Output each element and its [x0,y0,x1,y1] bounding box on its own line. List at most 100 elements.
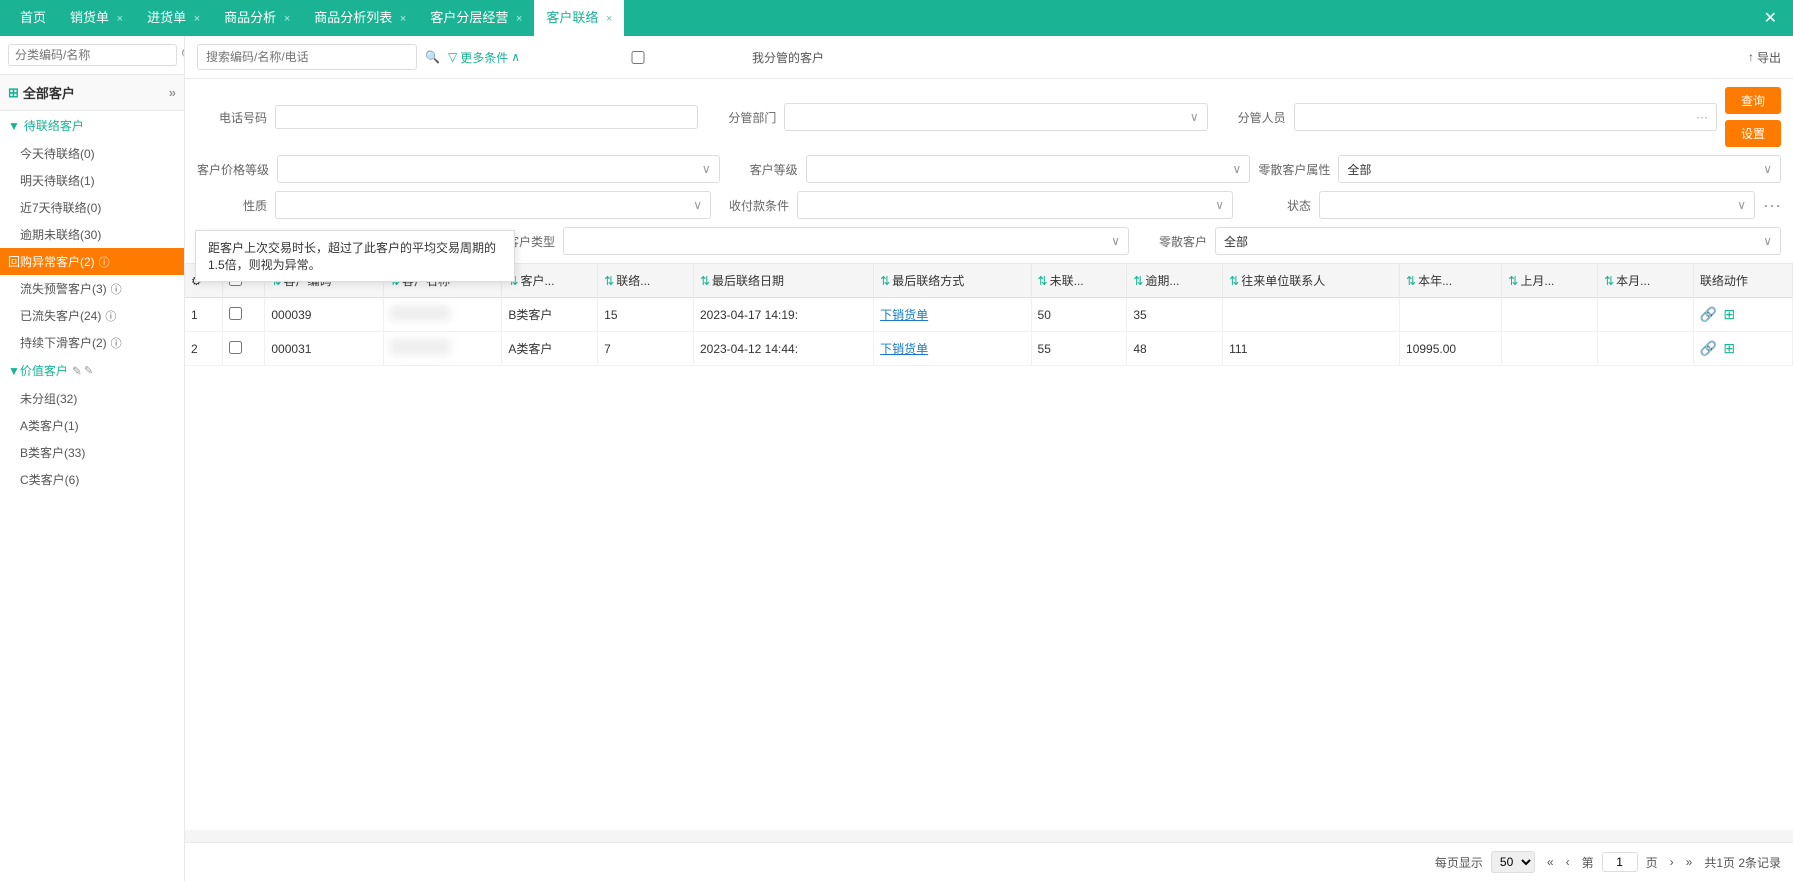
sidebar-item-overdue[interactable]: 逾期未联络(30) [0,221,184,248]
first-page-button[interactable]: « [1543,853,1558,871]
query-button[interactable]: 查询 [1725,87,1781,114]
contacts-col-header[interactable]: ⇅往来单位联系人 [1223,264,1400,298]
sidebar-item-tomorrow[interactable]: 明天待联络(1) [0,167,184,194]
nav-customer-segment[interactable]: 客户分层经营 × [418,0,534,36]
overdue-col-header[interactable]: ⇅逾期... [1127,264,1223,298]
sidebar-item-ungrouped[interactable]: 未分组(32) [0,385,184,412]
close-customer-contact-icon[interactable]: × [606,13,612,25]
row2-checkbox-cell[interactable] [223,332,265,366]
row1-contact-icon[interactable]: 🔗 [1700,306,1717,323]
customer-type-chevron-down-icon: ∨ [1111,234,1120,248]
price-grade-chevron-down-icon: ∨ [702,162,711,176]
window-close-button[interactable]: ✕ [1756,8,1785,28]
row2-last-contact-method[interactable]: 下销货单 [874,332,1031,366]
nav-sales-order[interactable]: 销货单 × [58,0,135,36]
row2-more-icon[interactable]: ⊞ [1723,340,1735,357]
page-suffix-label: 页 [1642,852,1662,873]
retail-customers-select[interactable]: 全部 ∨ [1215,227,1781,255]
prev-page-button[interactable]: ‹ [1562,853,1574,871]
nav-product-analysis-list[interactable]: 商品分析列表 × [302,0,418,36]
phone-input[interactable] [275,105,698,129]
nav-customer-contact[interactable]: 客户联络 × [534,0,624,36]
category-search-input[interactable] [8,44,177,66]
close-customer-segment-icon[interactable]: × [516,13,522,25]
total-records-label: 共1页 2条记录 [1704,854,1781,871]
export-button[interactable]: ↑ 导出 [1748,49,1781,66]
last-contact-method-sort-icon: ⇅ [880,274,890,288]
retail-attr-select[interactable]: 全部 ∨ [1338,155,1781,183]
status-select[interactable]: ∨ [1319,191,1755,219]
row2-name [383,332,502,366]
sidebar-item-today[interactable]: 今天待联络(0) [0,140,184,167]
last-contact-date-col-header[interactable]: ⇅最后联络日期 [693,264,873,298]
sidebar-item-lost-warning[interactable]: 流失预警客户(3) ⓘ [0,275,184,302]
row2-contact-icon[interactable]: 🔗 [1700,340,1717,357]
page-number-input[interactable] [1602,852,1638,872]
customer-grade-field: 客户等级 ∨ [728,155,1251,183]
pending-contact-section[interactable]: ▼ 待联络客户 [0,111,184,140]
price-grade-select[interactable]: ∨ [277,155,720,183]
contact-count-sort-icon: ⇅ [604,274,614,288]
row1-contact-count: 15 [598,298,694,332]
customer-grade-select[interactable]: ∨ [806,155,1251,183]
per-page-label: 每页显示 [1435,854,1483,871]
row2-contact-method-link[interactable]: 下销货单 [880,342,928,356]
sidebar-item-repurchase-abnormal[interactable]: 回购异常客户(2) ⓘ [0,248,184,275]
gender-select[interactable]: ∨ [275,191,711,219]
action-col-header: 联络动作 [1693,264,1792,298]
value-customers-arrow-icon: ▼ [8,364,20,378]
collapse-sidebar-icon[interactable]: » [169,85,176,100]
sidebar-item-7days[interactable]: 近7天待联络(0) [0,194,184,221]
settings-button[interactable]: 设置 [1725,120,1781,147]
row1-more-icon[interactable]: ⊞ [1723,306,1735,323]
sidebar-item-continuous-decline[interactable]: 持续下滑客户(2) ⓘ [0,329,184,356]
payment-label: 收付款条件 [719,197,789,214]
lost-warning-info-icon: ⓘ [111,281,122,297]
manager-more-icon: ··· [1696,110,1708,124]
this-month-col-header[interactable]: ⇅本月... [1598,264,1694,298]
sidebar-item-class-b[interactable]: B类客户(33) [0,439,184,466]
my-customers-filter: 我分管的客户 [528,49,824,66]
close-purchase-order-icon[interactable]: × [194,13,200,25]
contact-count-col-header[interactable]: ⇅联络... [598,264,694,298]
uncontact-days-col-header[interactable]: ⇅未联... [1031,264,1127,298]
gender-label: 性质 [197,197,267,214]
nav-purchase-order[interactable]: 进货单 × [135,0,212,36]
dept-select[interactable]: ∨ [784,103,1207,131]
customer-type-select[interactable]: ∨ [563,227,1129,255]
more-conditions-button[interactable]: ▽ 更多条件 ∧ [448,49,520,66]
payment-select[interactable]: ∨ [797,191,1233,219]
row1-overdue: 35 [1127,298,1223,332]
last-contact-method-col-header[interactable]: ⇅最后联络方式 [874,264,1031,298]
close-product-analysis-icon[interactable]: × [284,13,290,25]
value-customers-section[interactable]: ▼ 价值客户 ✎ ✎ [0,356,184,385]
edit-value-customers2-icon[interactable]: ✎ [84,364,93,377]
search-input[interactable] [197,44,417,70]
this-year-col-header[interactable]: ⇅本年... [1400,264,1502,298]
nav-product-analysis[interactable]: 商品分析 × [212,0,302,36]
sidebar-item-class-c[interactable]: C类客户(6) [0,466,184,493]
close-product-analysis-list-icon[interactable]: × [400,13,406,25]
row1-last-contact-method[interactable]: 下销货单 [874,298,1031,332]
filter-row-3: 性质 ∨ 收付款条件 ∨ 状态 [197,191,1781,219]
nav-home[interactable]: 首页 [8,0,58,36]
row1-checkbox[interactable] [229,307,242,320]
my-customers-checkbox[interactable] [528,51,748,64]
row1-checkbox-cell[interactable] [223,298,265,332]
last-page-button[interactable]: » [1682,853,1697,871]
close-sales-order-icon[interactable]: × [117,13,123,25]
edit-value-customers-icon[interactable]: ✎ [72,364,82,378]
search-button-icon[interactable]: 🔍 [425,50,440,64]
sidebar-item-class-a[interactable]: A类客户(1) [0,412,184,439]
more-filters-icon[interactable]: ··· [1763,196,1781,214]
last-month-col-header[interactable]: ⇅上月... [1502,264,1598,298]
grade-col-header[interactable]: ⇅客户... [502,264,598,298]
row2-checkbox[interactable] [229,341,242,354]
per-page-select[interactable]: 50 [1491,851,1535,873]
horizontal-scrollbar[interactable] [185,830,1793,842]
this-month-sort-icon: ⇅ [1604,274,1614,288]
sidebar-item-already-lost[interactable]: 已流失客户(24) ⓘ [0,302,184,329]
next-page-button[interactable]: › [1666,853,1678,871]
row1-contact-method-link[interactable]: 下销货单 [880,308,928,322]
manager-select[interactable]: ··· [1294,103,1717,131]
